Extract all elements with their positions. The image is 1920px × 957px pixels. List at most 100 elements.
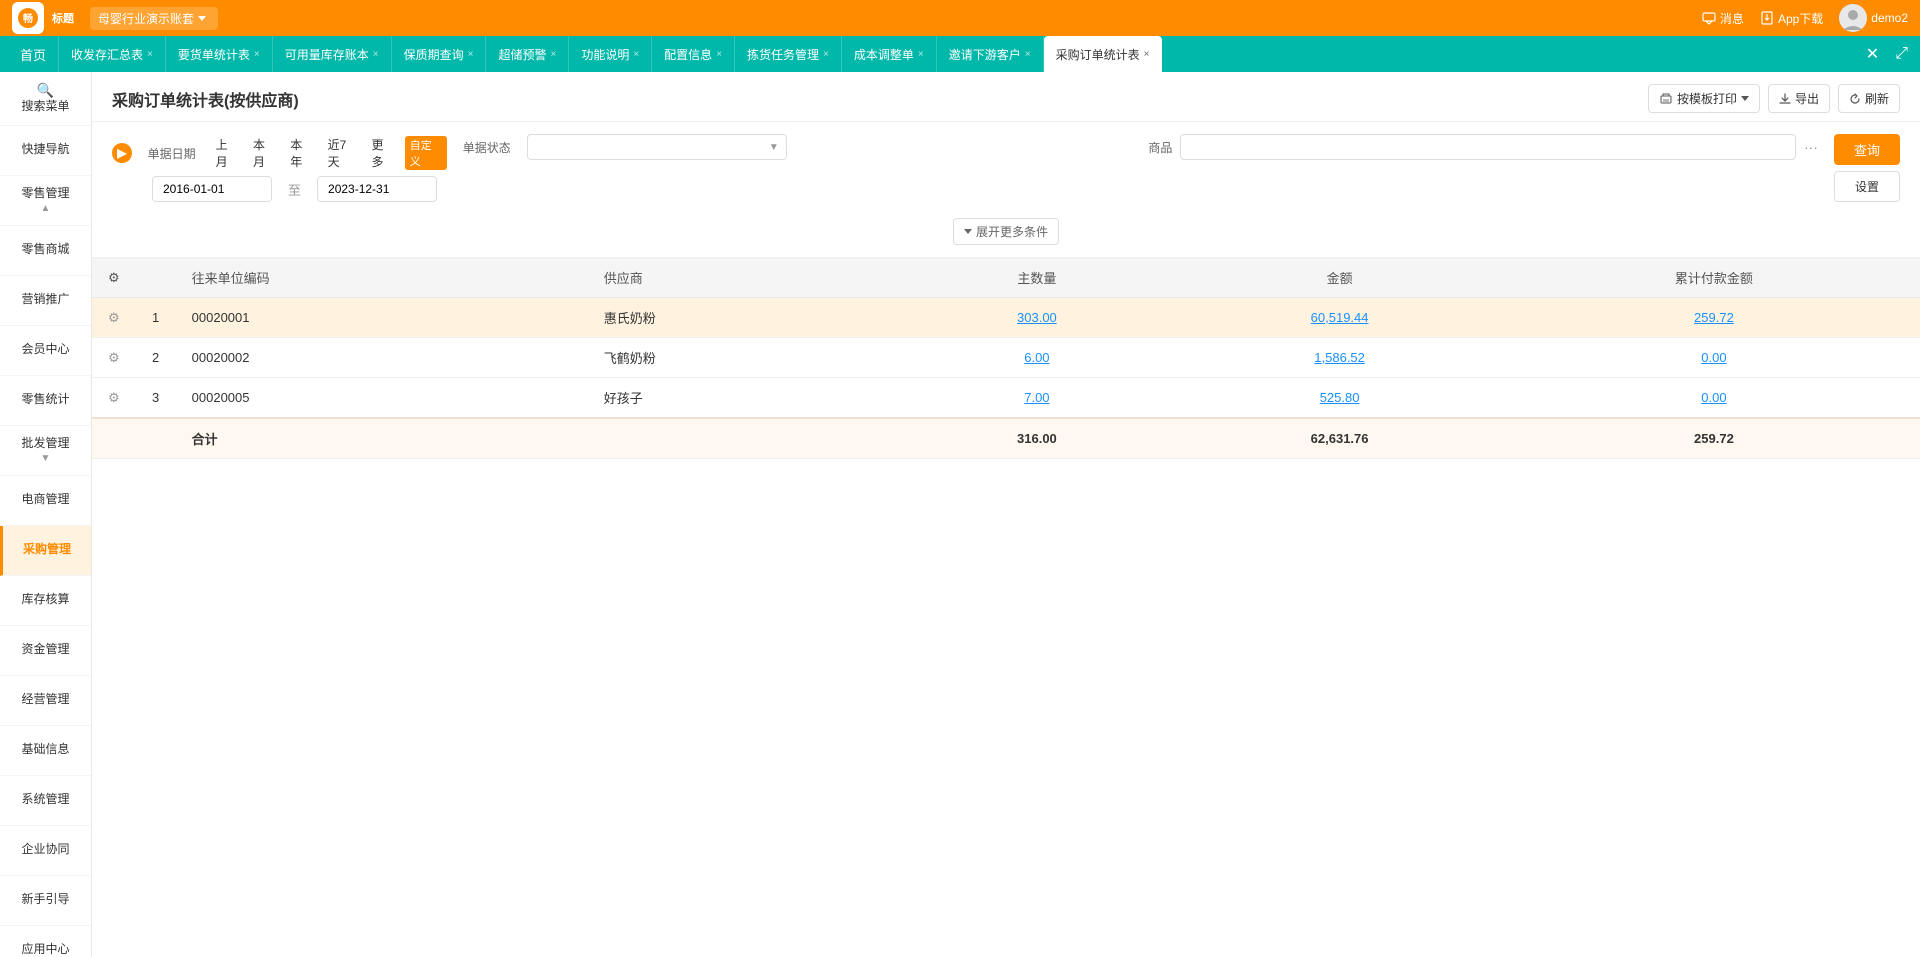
tab-picktask-close-icon[interactable]: × [823, 49, 829, 60]
sidebar-item-shop[interactable]: 零售商城 [0, 226, 91, 276]
row-gear-cell[interactable]: ⚙ [92, 298, 136, 338]
sidebar-item-purchase[interactable]: 采购管理 [0, 526, 91, 576]
tab-costadjust-label: 成本调整单 [854, 46, 914, 63]
row-gear-icon: ⚙ [108, 390, 120, 405]
search-actions: 查询 设置 [1834, 134, 1900, 202]
sidebar-item-retail-stat[interactable]: 零售统计 [0, 376, 91, 426]
tab-invitecust[interactable]: 邀请下游客户 × [937, 36, 1044, 72]
sidebar-item-quicknav[interactable]: 快捷导航 [0, 126, 91, 176]
tab-available[interactable]: 可用量库存账本 × [273, 36, 392, 72]
refresh-label: 刷新 [1865, 90, 1889, 107]
sidebar-item-retail[interactable]: 零售管理 ▲ [0, 176, 91, 226]
filter-toggle-button[interactable]: ▶ [112, 143, 132, 163]
shortcut-this-month[interactable]: 本月 [249, 134, 280, 172]
tab-funcnote[interactable]: 功能说明 × [569, 36, 652, 72]
download-icon [1760, 11, 1774, 25]
tab-expiry[interactable]: 保质期查询 × [392, 36, 487, 72]
tab-funcnote-close-icon[interactable]: × [633, 49, 639, 60]
row-amount[interactable]: 1,586.52 [1171, 338, 1508, 378]
sidebar-item-appcenter-label: 应用中心 [21, 942, 69, 957]
sidebar-item-marketing[interactable]: 营销推广 [0, 276, 91, 326]
sidebar-item-operations[interactable]: 经营管理 [0, 676, 91, 726]
shortcut-more[interactable]: 更多 [367, 134, 398, 172]
product-input[interactable] [1180, 134, 1796, 160]
row-paid[interactable]: 0.00 [1508, 338, 1920, 378]
row-paid[interactable]: 259.72 [1508, 298, 1920, 338]
shortcut-this-year[interactable]: 本年 [286, 134, 317, 172]
sidebar-item-enterprise[interactable]: 企业协同 [0, 826, 91, 876]
tab-expiry-close-icon[interactable]: × [468, 49, 474, 60]
tab-funcnote-label: 功能说明 [581, 46, 629, 63]
refresh-button[interactable]: 刷新 [1838, 84, 1900, 113]
settings-button[interactable]: 设置 [1834, 171, 1900, 202]
status-select[interactable] [527, 134, 787, 160]
sidebar-item-member[interactable]: 会员中心 [0, 326, 91, 376]
row-gear-cell[interactable]: ⚙ [92, 378, 136, 419]
tab-config-close-icon[interactable]: × [716, 49, 722, 60]
sidebar-item-basic[interactable]: 基础信息 [0, 726, 91, 776]
tab-invitecust-close-icon[interactable]: × [1025, 49, 1031, 60]
shortcut-last-month[interactable]: 上月 [212, 134, 243, 172]
logo-icon: 畅 [12, 2, 44, 34]
tab-home-label: 首页 [20, 45, 46, 64]
tab-config[interactable]: 配置信息 × [652, 36, 735, 72]
app-download-button[interactable]: App下载 [1760, 10, 1823, 27]
table-row[interactable]: ⚙ 3 00020005 好孩子 7.00 525.80 0.00 [92, 378, 1920, 419]
tab-receive-close-icon[interactable]: × [147, 49, 153, 60]
tab-requisition-close-icon[interactable]: × [254, 49, 260, 60]
sidebar-item-member-label: 会员中心 [21, 342, 69, 358]
table-row[interactable]: ⚙ 1 00020001 惠氏奶粉 303.00 60,519.44 259.7… [92, 298, 1920, 338]
col-header-gear[interactable]: ⚙ [92, 258, 136, 298]
date-to-input[interactable] [317, 176, 437, 202]
footer-amount-cell: 62,631.76 [1171, 418, 1508, 459]
row-qty[interactable]: 303.00 [902, 298, 1171, 338]
date-separator: 至 [288, 180, 301, 199]
tab-costadjust-close-icon[interactable]: × [918, 49, 924, 60]
workspace-selector[interactable]: 母婴行业演示账套 [90, 7, 218, 30]
sidebar-item-search[interactable]: 🔍 搜索菜单 [0, 72, 91, 126]
sidebar-item-newguide[interactable]: 新手引导 [0, 876, 91, 926]
tab-receive[interactable]: 收发存汇总表 × [59, 36, 166, 72]
footer-label-cell: 合计 [176, 418, 588, 459]
row-paid[interactable]: 0.00 [1508, 378, 1920, 419]
tab-overstock-close-icon[interactable]: × [550, 49, 556, 60]
search-button[interactable]: 查询 [1834, 134, 1900, 165]
tab-requisition[interactable]: 要货单统计表 × [166, 36, 273, 72]
shortcut-7days[interactable]: 近7天 [324, 134, 362, 172]
sidebar-item-inventory[interactable]: 库存核算 [0, 576, 91, 626]
row-qty[interactable]: 6.00 [902, 338, 1171, 378]
row-qty[interactable]: 7.00 [902, 378, 1171, 419]
expand-more-button[interactable]: 展开更多条件 [953, 218, 1059, 245]
sidebar-item-wholesale[interactable]: 批发管理 ▼ [0, 426, 91, 476]
export-button[interactable]: 导出 [1768, 84, 1830, 113]
tab-home[interactable]: 首页 [8, 36, 59, 72]
sidebar-item-system[interactable]: 系统管理 [0, 776, 91, 826]
col-header-code: 往来单位编码 [176, 258, 588, 298]
footer-paid-cell: 259.72 [1508, 418, 1920, 459]
custom-badge: 自定义 [405, 136, 447, 170]
date-shortcuts: 上月 本月 本年 近7天 更多 自定义 [212, 134, 447, 172]
message-button[interactable]: 消息 [1702, 10, 1744, 27]
tab-close-all-icon[interactable]: ✕ [1862, 40, 1883, 68]
row-gear-cell[interactable]: ⚙ [92, 338, 136, 378]
tab-expand-icon[interactable]: ⤢ [1891, 41, 1912, 67]
sidebar-item-appcenter[interactable]: 应用中心 [0, 926, 91, 957]
tab-overstock[interactable]: 超储预警 × [486, 36, 569, 72]
logo-text: 标题 [52, 10, 74, 26]
table-row[interactable]: ⚙ 2 00020002 飞鹤奶粉 6.00 1,586.52 0.00 [92, 338, 1920, 378]
row-amount[interactable]: 525.80 [1171, 378, 1508, 419]
avatar [1839, 4, 1867, 32]
tab-purchase-stat[interactable]: 采购订单统计表 × [1044, 36, 1163, 72]
tab-available-close-icon[interactable]: × [373, 49, 379, 60]
print-template-button[interactable]: 按模板打印 [1648, 84, 1760, 113]
sidebar-item-ecommerce[interactable]: 电商管理 [0, 476, 91, 526]
row-amount[interactable]: 60,519.44 [1171, 298, 1508, 338]
tab-picktask[interactable]: 拣货任务管理 × [735, 36, 842, 72]
tab-costadjust[interactable]: 成本调整单 × [842, 36, 937, 72]
row-code: 00020002 [176, 338, 588, 378]
date-from-input[interactable] [152, 176, 272, 202]
tab-purchase-stat-close-icon[interactable]: × [1144, 49, 1150, 60]
user-menu[interactable]: demo2 [1839, 4, 1908, 32]
more-options-icon[interactable]: ··· [1804, 139, 1818, 155]
sidebar-item-finance[interactable]: 资金管理 [0, 626, 91, 676]
